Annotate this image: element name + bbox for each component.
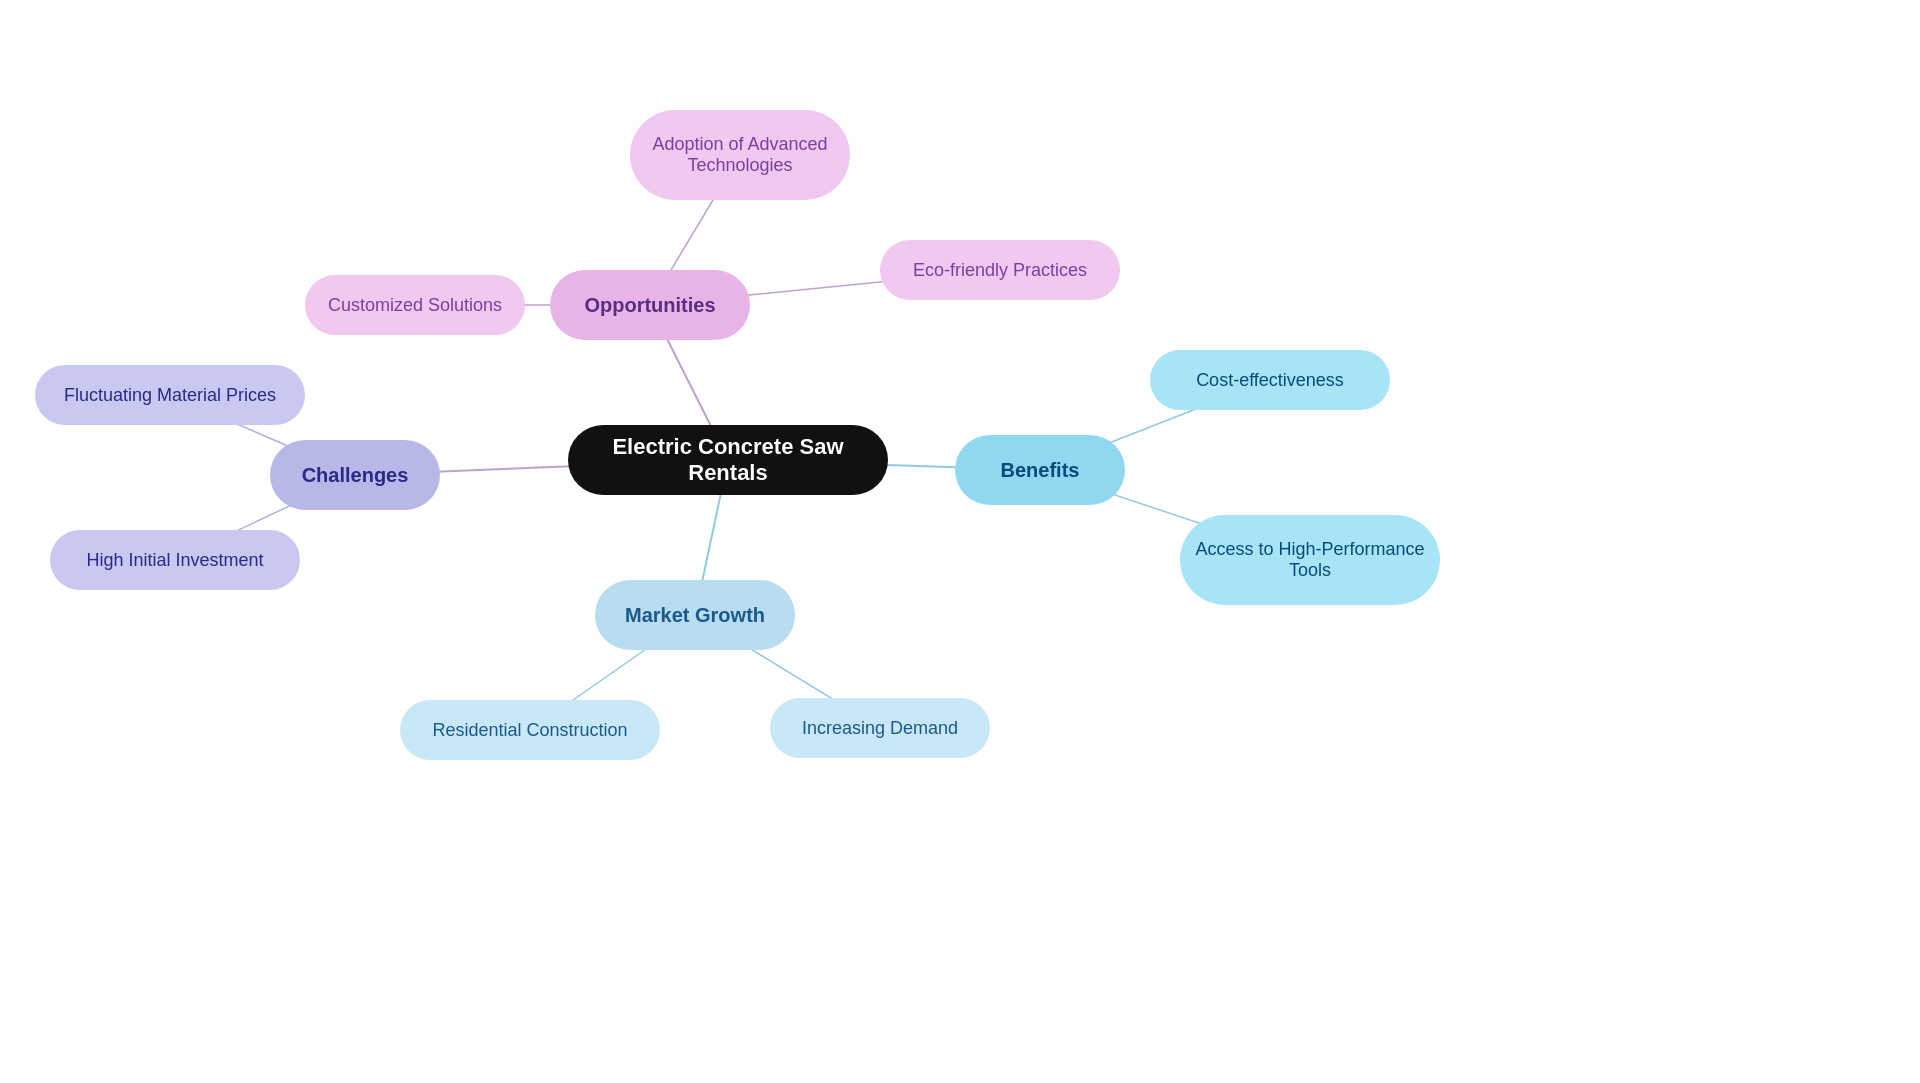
high-performance-tools-node: Access to High-Performance Tools (1180, 515, 1440, 605)
cost-effectiveness-node: Cost-effectiveness (1150, 350, 1390, 410)
increasing-demand-node: Increasing Demand (770, 698, 990, 758)
adoption-node: Adoption of Advanced Technologies (630, 110, 850, 200)
challenges-node: Challenges (270, 440, 440, 510)
mindmap-container: Electric Concrete Saw Rentals Opportunit… (0, 0, 1920, 1083)
residential-construction-node: Residential Construction (400, 700, 660, 760)
customized-solutions-node: Customized Solutions (305, 275, 525, 335)
ecofriendly-node: Eco-friendly Practices (880, 240, 1120, 300)
opportunities-node: Opportunities (550, 270, 750, 340)
benefits-node: Benefits (955, 435, 1125, 505)
high-investment-node: High Initial Investment (50, 530, 300, 590)
fluctuating-prices-node: Fluctuating Material Prices (35, 365, 305, 425)
market-growth-node: Market Growth (595, 580, 795, 650)
central-node: Electric Concrete Saw Rentals (568, 425, 888, 495)
